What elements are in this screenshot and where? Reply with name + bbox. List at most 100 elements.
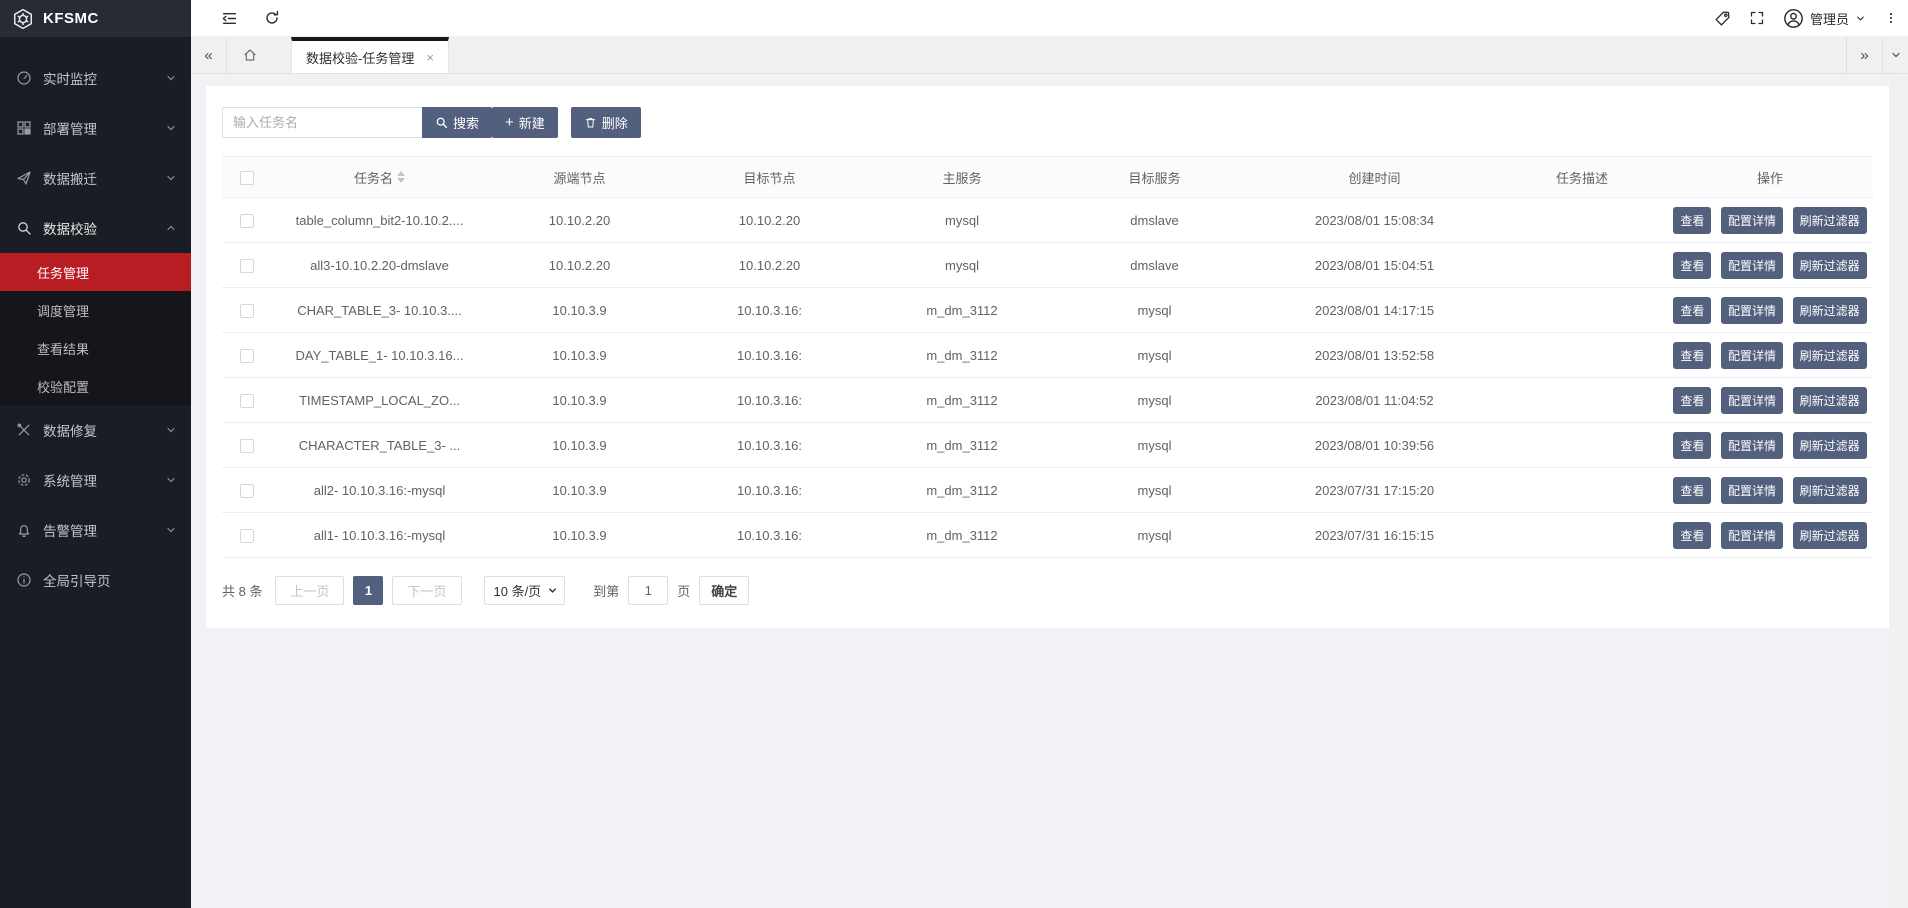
- column-header-target-service: 目标服务: [1057, 156, 1252, 198]
- search-button[interactable]: 搜索: [422, 107, 493, 138]
- config-detail-button[interactable]: 配置详情: [1720, 296, 1783, 324]
- refresh-filter-button[interactable]: 刷新过滤器: [1792, 206, 1867, 234]
- sidebar-item-global-guide[interactable]: 全局引导页: [0, 555, 191, 605]
- pagination-total: 共 8 条: [222, 584, 263, 599]
- kebab-menu-icon[interactable]: [1884, 10, 1898, 26]
- view-button[interactable]: 查看: [1673, 521, 1712, 549]
- cell-created-time: 2023/07/31 16:15:15: [1252, 512, 1497, 558]
- fullscreen-icon[interactable]: [1749, 10, 1765, 26]
- goto-confirm-button[interactable]: 确定: [699, 576, 750, 605]
- refresh-filter-button[interactable]: 刷新过滤器: [1792, 251, 1867, 279]
- cell-task-name: CHAR_TABLE_3- 10.10.3....: [272, 287, 487, 333]
- goto-page-prefix: 到第: [593, 584, 620, 599]
- row-checkbox[interactable]: [240, 438, 254, 453]
- plus-icon: +: [505, 114, 514, 131]
- cell-target-node: 10.10.3.16:: [672, 332, 867, 378]
- sidebar-item-realtime-monitor[interactable]: 实时监控: [0, 53, 191, 103]
- info-icon: [15, 572, 32, 588]
- cell-target-service: mysql: [1057, 512, 1252, 558]
- config-detail-button[interactable]: 配置详情: [1720, 386, 1783, 414]
- row-checkbox[interactable]: [240, 393, 254, 408]
- page-number-button[interactable]: 1: [353, 576, 384, 605]
- select-all-checkbox[interactable]: [240, 170, 254, 185]
- config-detail-button[interactable]: 配置详情: [1720, 341, 1783, 369]
- search-button-label: 搜索: [453, 116, 480, 131]
- config-detail-button[interactable]: 配置详情: [1720, 431, 1783, 459]
- cell-task-name: TIMESTAMP_LOCAL_ZO...: [272, 377, 487, 423]
- config-detail-button[interactable]: 配置详情: [1720, 521, 1783, 549]
- refresh-filter-button[interactable]: 刷新过滤器: [1792, 431, 1867, 459]
- vertical-scrollbar[interactable]: [1890, 74, 1908, 908]
- menu-fold-icon[interactable]: [221, 10, 238, 27]
- sidebar-item-data-validation[interactable]: 数据校验: [0, 203, 191, 253]
- sidebar-item-task-management[interactable]: 任务管理: [0, 253, 191, 291]
- search-group: 搜索: [222, 107, 493, 138]
- sidebar-item-system-management[interactable]: 系统管理: [0, 455, 191, 505]
- sort-icon[interactable]: [397, 171, 405, 183]
- create-button[interactable]: + 新建: [492, 107, 558, 138]
- cell-master-service: m_dm_3112: [867, 512, 1057, 558]
- row-checkbox[interactable]: [240, 303, 254, 318]
- view-button[interactable]: 查看: [1673, 296, 1712, 324]
- gear-icon: [15, 472, 32, 488]
- sidebar-item-data-repair[interactable]: 数据修复: [0, 405, 191, 455]
- refresh-filter-button[interactable]: 刷新过滤器: [1792, 476, 1867, 504]
- search-input[interactable]: [222, 107, 422, 138]
- tag-icon[interactable]: [1714, 10, 1731, 27]
- refresh-filter-button[interactable]: 刷新过滤器: [1792, 296, 1867, 324]
- refresh-filter-button[interactable]: 刷新过滤器: [1792, 521, 1867, 549]
- view-button[interactable]: 查看: [1673, 206, 1712, 234]
- sidebar-item-label: 数据校验: [43, 222, 97, 237]
- row-checkbox[interactable]: [240, 528, 254, 543]
- home-tab-icon[interactable]: [227, 37, 273, 73]
- chevron-down-icon: [165, 72, 177, 84]
- deploy-grid-icon: [15, 120, 32, 136]
- view-button[interactable]: 查看: [1673, 386, 1712, 414]
- sidebar-item-alert-management[interactable]: 告警管理: [0, 505, 191, 555]
- cell-task-desc: [1497, 377, 1667, 423]
- column-header-target-node: 目标节点: [672, 156, 867, 198]
- cell-target-node: 10.10.3.16:: [672, 287, 867, 333]
- next-page-button[interactable]: 下一页: [392, 576, 462, 605]
- prev-page-button[interactable]: 上一页: [275, 576, 345, 605]
- sidebar-item-validation-config[interactable]: 校验配置: [0, 367, 191, 405]
- search-icon: [435, 116, 448, 129]
- tab-data-validation-task-management[interactable]: 数据校验-任务管理 ×: [291, 37, 449, 73]
- refresh-filter-button[interactable]: 刷新过滤器: [1792, 386, 1867, 414]
- user-menu[interactable]: 管理员: [1783, 8, 1866, 29]
- refresh-icon[interactable]: [264, 10, 280, 26]
- tabs-scroll-left-button[interactable]: «: [191, 37, 227, 73]
- sidebar-item-deployment[interactable]: 部署管理: [0, 103, 191, 153]
- cell-task-desc: [1497, 242, 1667, 288]
- row-checkbox[interactable]: [240, 258, 254, 273]
- close-icon[interactable]: ×: [426, 50, 434, 65]
- column-header-created-time: 创建时间: [1252, 156, 1497, 198]
- sidebar-item-schedule-management[interactable]: 调度管理: [0, 291, 191, 329]
- row-checkbox[interactable]: [240, 483, 254, 498]
- sidebar-item-data-migration[interactable]: 数据搬迁: [0, 153, 191, 203]
- paper-plane-icon: [15, 170, 32, 186]
- view-button[interactable]: 查看: [1673, 431, 1712, 459]
- cell-task-name: all3-10.10.2.20-dmslave: [272, 242, 487, 288]
- row-checkbox[interactable]: [240, 213, 254, 228]
- view-button[interactable]: 查看: [1673, 251, 1712, 279]
- tabs-scroll-right-button[interactable]: »: [1846, 37, 1882, 73]
- config-detail-button[interactable]: 配置详情: [1720, 251, 1783, 279]
- cell-master-service: m_dm_3112: [867, 377, 1057, 423]
- table-row: CHAR_TABLE_3- 10.10.3.... 10.10.3.9 10.1…: [222, 287, 1873, 333]
- row-checkbox[interactable]: [240, 348, 254, 363]
- tabs-menu-button[interactable]: [1882, 37, 1908, 73]
- chevron-up-icon: [165, 222, 177, 234]
- sidebar-item-view-results[interactable]: 查看结果: [0, 329, 191, 367]
- config-detail-button[interactable]: 配置详情: [1720, 206, 1783, 234]
- goto-page-input[interactable]: [628, 576, 669, 605]
- page-size-select[interactable]: 10 条/页: [483, 576, 566, 605]
- cell-master-service: m_dm_3112: [867, 287, 1057, 333]
- view-button[interactable]: 查看: [1673, 476, 1712, 504]
- table-header-row: 任务名 源端节点 目标节点 主服务 目标服务 创建时间 任务描述 操作: [222, 156, 1873, 198]
- config-detail-button[interactable]: 配置详情: [1720, 476, 1783, 504]
- refresh-filter-button[interactable]: 刷新过滤器: [1792, 341, 1867, 369]
- delete-button[interactable]: 删除: [570, 107, 641, 138]
- view-button[interactable]: 查看: [1673, 341, 1712, 369]
- sidebar-item-label: 部署管理: [43, 122, 97, 137]
